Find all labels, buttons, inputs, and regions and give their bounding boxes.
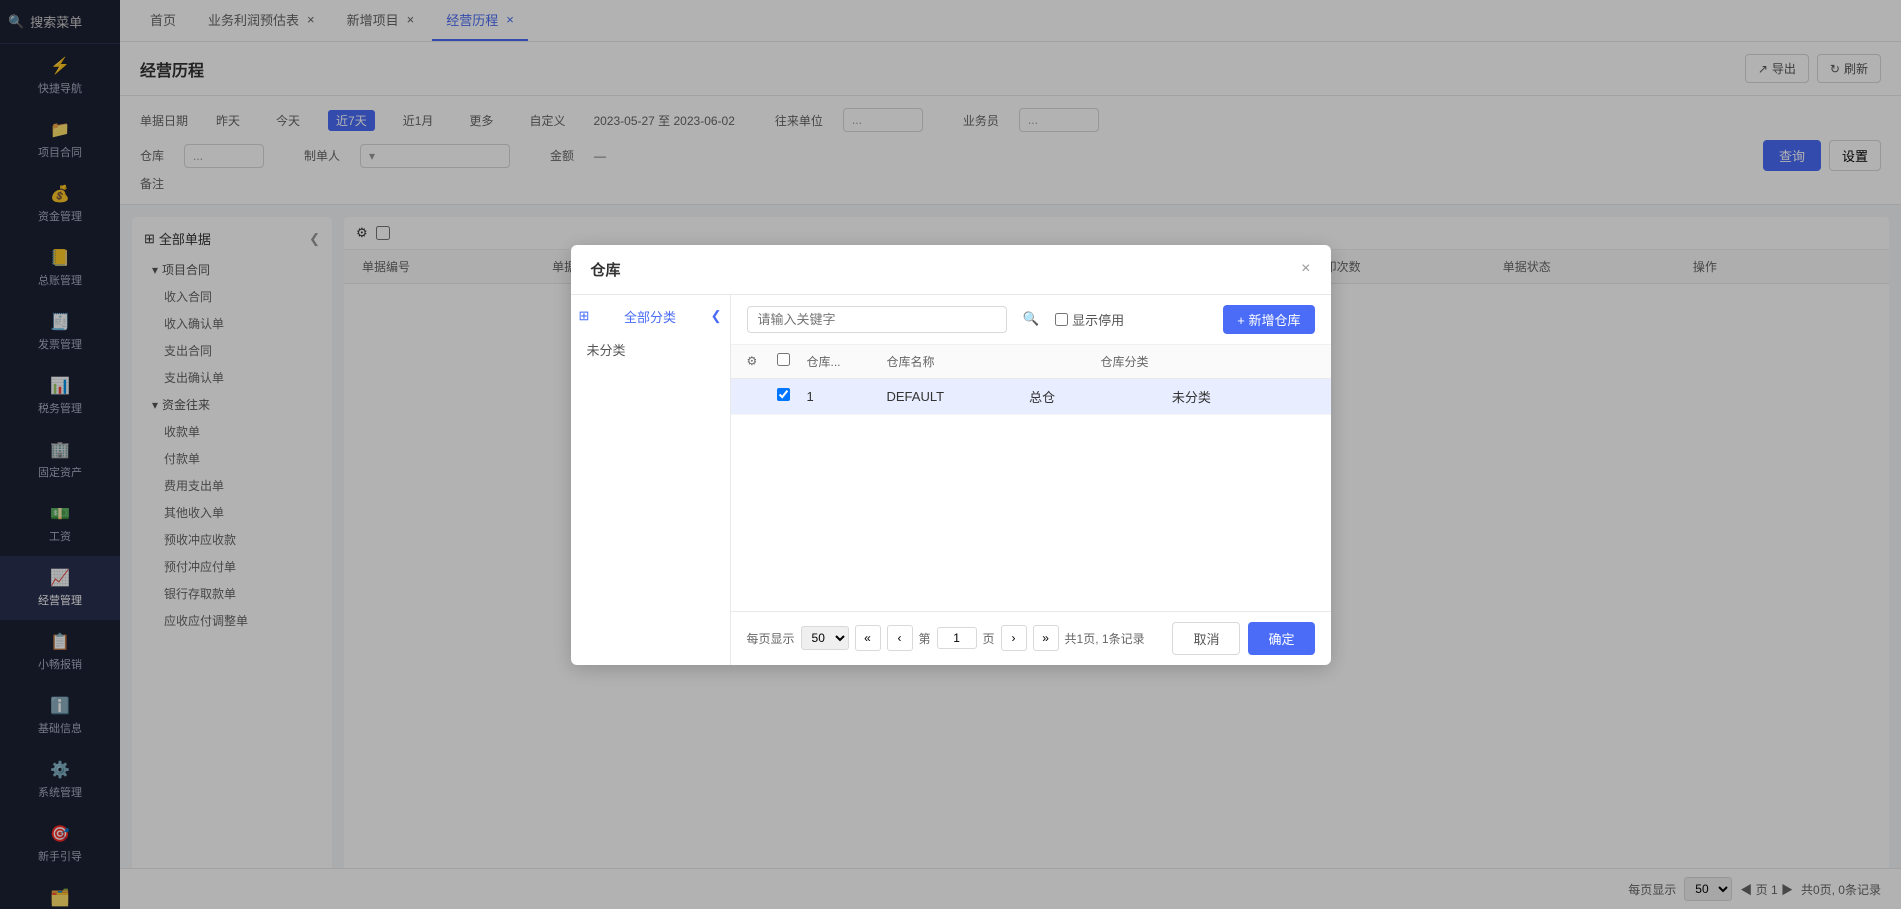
modal-overlay: 仓库 × ⊞ 全部分类 ❮ 未分类 🔍 (0, 0, 1901, 909)
prev-page-button[interactable]: ‹ (887, 625, 913, 651)
modal-tree-uncategorized[interactable]: 未分类 (579, 334, 722, 365)
last-page-button[interactable]: » (1033, 625, 1059, 651)
modal-select-all[interactable] (777, 353, 790, 366)
row-check[interactable] (777, 388, 807, 404)
show-disabled-checkbox[interactable] (1055, 313, 1068, 326)
modal-left-panel: ⊞ 全部分类 ❮ 未分类 (571, 295, 731, 665)
cancel-button[interactable]: 取消 (1172, 622, 1240, 655)
modal-table-row[interactable]: 1 DEFAULT 总仓 未分类 (731, 379, 1331, 415)
page-label: 页 (983, 630, 995, 647)
modal-grid-icon: ⊞ (579, 308, 590, 324)
row-id: 1 (807, 389, 887, 404)
modal-page-size-label: 每页显示 (747, 630, 795, 647)
row-checkbox[interactable] (777, 388, 790, 401)
modal-pagination: 每页显示 50 « ‹ 第 页 › » 共1页, 1条记录 (747, 625, 1145, 651)
modal-left-header: ⊞ 全部分类 ❮ (579, 307, 722, 326)
modal-page-input[interactable] (937, 627, 977, 649)
th-warehouse-code: 仓库... (807, 353, 887, 370)
show-disabled-label: 显示停用 (1055, 310, 1124, 329)
modal-right-panel: 🔍 显示停用 + 新增仓库 ⚙ (731, 295, 1331, 665)
modal-title: 仓库 (591, 259, 621, 280)
modal-total-info: 共1页, 1条记录 (1065, 630, 1145, 647)
row-category: 未分类 (1172, 387, 1315, 406)
page-text: 第 (919, 630, 931, 647)
row-warehouse-name: 总仓 (1029, 387, 1172, 406)
modal-footer: 每页显示 50 « ‹ 第 页 › » 共1页, 1条记录 (731, 611, 1331, 665)
modal-table-header: ⚙ 仓库... 仓库名称 仓库分类 (731, 345, 1331, 379)
modal-close-button[interactable]: × (1301, 260, 1310, 278)
warehouse-modal: 仓库 × ⊞ 全部分类 ❮ 未分类 🔍 (571, 245, 1331, 665)
th-settings: ⚙ (747, 354, 777, 368)
modal-header: 仓库 × (571, 245, 1331, 295)
modal-page-size-select[interactable]: 50 (801, 626, 849, 650)
modal-table: ⚙ 仓库... 仓库名称 仓库分类 (731, 345, 1331, 611)
confirm-button[interactable]: 确定 (1248, 622, 1314, 655)
th-warehouse-category: 仓库分类 (1101, 353, 1315, 370)
warehouse-search-input[interactable] (747, 306, 1007, 333)
modal-toolbar: 🔍 显示停用 + 新增仓库 (731, 295, 1331, 345)
next-page-button[interactable]: › (1001, 625, 1027, 651)
search-glass-icon: 🔍 (1023, 311, 1040, 326)
first-page-button[interactable]: « (855, 625, 881, 651)
add-warehouse-button[interactable]: + 新增仓库 (1223, 305, 1314, 334)
modal-body: ⊞ 全部分类 ❮ 未分类 🔍 显示停用 (571, 295, 1331, 665)
modal-actions: 取消 确定 (1172, 622, 1314, 655)
modal-left-title: 全部分类 (624, 307, 676, 326)
th-warehouse-name: 仓库名称 (887, 353, 1101, 370)
row-code: DEFAULT (887, 389, 1030, 404)
th-check (777, 353, 807, 369)
modal-collapse-icon[interactable]: ❮ (711, 308, 722, 324)
warehouse-search-button[interactable]: 🔍 (1015, 306, 1048, 332)
